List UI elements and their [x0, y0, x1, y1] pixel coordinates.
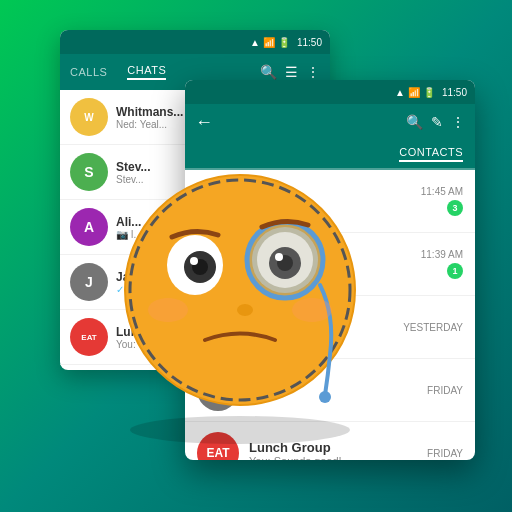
- front-badge-0: 3: [447, 200, 463, 216]
- wifi-icon: ▲: [250, 37, 260, 48]
- battery-icon-front: 🔋: [423, 87, 435, 98]
- tab-calls[interactable]: CALLS: [70, 66, 107, 78]
- battery-icon: 🔋: [278, 37, 290, 48]
- status-bar-back: ▲ 📶 🔋 11:50: [60, 30, 330, 54]
- front-time-3: FRIDAY: [427, 385, 463, 396]
- svg-point-7: [190, 257, 198, 265]
- status-icons-front: ▲ 📶 🔋 11:50: [395, 87, 467, 98]
- front-chat-meta-2: YESTERDAY: [403, 322, 463, 333]
- front-chat-meta-3: FRIDAY: [427, 385, 463, 396]
- app-bar-front: ← 🔍 ✎ ⋮: [185, 104, 475, 140]
- signal-icon: 📶: [263, 37, 275, 48]
- front-chat-meta-0: 11:45 AM 3: [421, 186, 463, 216]
- monocle-emoji: [100, 155, 380, 445]
- emoji-container: [100, 155, 400, 455]
- tab-chats[interactable]: CHATS: [127, 64, 166, 80]
- front-chat-meta-1: 11:39 AM 1: [421, 249, 463, 279]
- svg-point-13: [275, 253, 283, 261]
- search-icon-front[interactable]: 🔍: [406, 114, 423, 130]
- svg-point-15: [237, 304, 253, 316]
- time-back: 11:50: [297, 37, 322, 48]
- front-time-4: FRIDAY: [427, 448, 463, 459]
- more-icon[interactable]: ⋮: [306, 64, 320, 80]
- svg-point-0: [130, 416, 350, 444]
- status-bar-front: ▲ 📶 🔋 11:50: [185, 80, 475, 104]
- wifi-icon-front: ▲: [395, 87, 405, 98]
- contacts-tab[interactable]: CONTACTS: [399, 146, 463, 162]
- edit-icon-front[interactable]: ✎: [431, 114, 443, 130]
- front-chat-meta-4: FRIDAY: [427, 448, 463, 459]
- signal-icon-front: 📶: [408, 87, 420, 98]
- svg-point-17: [292, 298, 332, 322]
- more-icon-front[interactable]: ⋮: [451, 114, 465, 130]
- menu-icon[interactable]: ☰: [285, 64, 298, 80]
- time-front: 11:50: [442, 87, 467, 98]
- front-chat-preview-4: You: Sounds good!: [249, 455, 417, 461]
- search-icon[interactable]: 🔍: [260, 64, 277, 80]
- front-badge-1: 1: [447, 263, 463, 279]
- svg-point-16: [148, 298, 188, 322]
- tab-icons: 🔍 ☰ ⋮: [260, 64, 320, 80]
- front-time-0: 11:45 AM: [421, 186, 463, 197]
- svg-point-14: [319, 391, 331, 403]
- front-time-1: 11:39 AM: [421, 249, 463, 260]
- front-time-2: YESTERDAY: [403, 322, 463, 333]
- status-icons-back: ▲ 📶 🔋 11:50: [250, 37, 322, 48]
- scene: ▲ 📶 🔋 11:50 CALLS CHATS 🔍 ☰ ⋮ W Whitmans…: [0, 0, 512, 512]
- avatar-0: W: [70, 98, 108, 136]
- front-tab-icons: 🔍 ✎ ⋮: [406, 114, 465, 130]
